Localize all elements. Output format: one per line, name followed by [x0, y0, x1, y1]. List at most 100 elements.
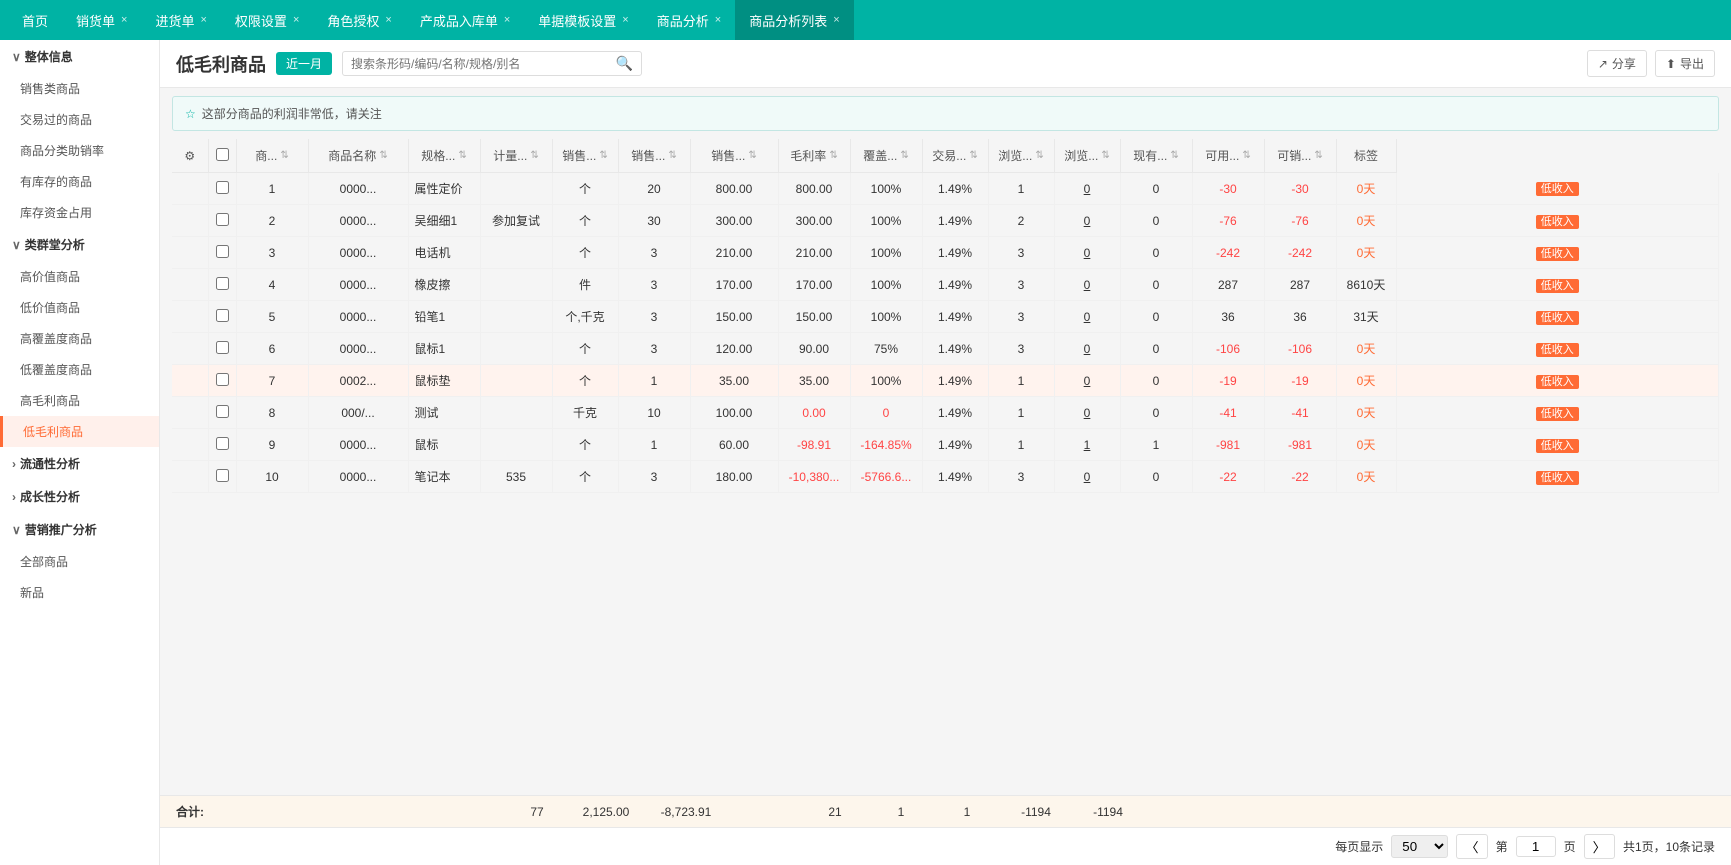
col-trade[interactable]: 交易...⇅: [922, 139, 988, 173]
nav-product-analysis[interactable]: 商品分析 ×: [643, 0, 735, 40]
cell-sales-profit: -98.91: [778, 429, 850, 461]
sidebar-item-high-profit[interactable]: 高毛利商品: [0, 385, 159, 416]
cell-unit: 个: [552, 237, 618, 269]
row-checkbox[interactable]: [216, 405, 229, 418]
prev-page-button[interactable]: 〈: [1456, 834, 1487, 859]
sidebar-item-high-value[interactable]: 高价值商品: [0, 261, 159, 292]
nav-close-icon[interactable]: ×: [715, 14, 721, 26]
select-all-checkbox[interactable]: [216, 148, 229, 161]
share-button[interactable]: ↗ 分享: [1587, 50, 1647, 77]
nav-purchase-order[interactable]: 进货单 ×: [141, 0, 220, 40]
col-checkbox[interactable]: [208, 139, 236, 173]
sidebar-item-low-profit[interactable]: 低毛利商品: [0, 416, 159, 447]
export-button[interactable]: ⬆ 导出: [1655, 50, 1715, 77]
footer-coverage: [730, 805, 802, 819]
cell-browse1[interactable]: 0: [1054, 237, 1120, 269]
sidebar-item-stocked-products[interactable]: 有库存的商品: [0, 166, 159, 197]
nav-home[interactable]: 首页: [8, 0, 62, 40]
row-checkbox[interactable]: [216, 469, 229, 482]
cell-browse1[interactable]: 0: [1054, 301, 1120, 333]
col-sales-price[interactable]: 销售...⇅: [618, 139, 690, 173]
search-box[interactable]: 🔍: [342, 51, 642, 76]
col-spec[interactable]: 规格...⇅: [408, 139, 480, 173]
row-checkbox[interactable]: [216, 245, 229, 258]
nav-close-icon[interactable]: ×: [121, 14, 127, 26]
sidebar-item-new-products[interactable]: 新品: [0, 577, 159, 608]
nav-close-icon[interactable]: ×: [385, 14, 391, 26]
row-checkbox[interactable]: [216, 341, 229, 354]
sidebar-item-all-products[interactable]: 全部商品: [0, 546, 159, 577]
col-browse1[interactable]: 浏览...⇅: [988, 139, 1054, 173]
collapse-icon: ∨: [12, 523, 21, 537]
cell-browse1[interactable]: 0: [1054, 205, 1120, 237]
col-code[interactable]: 商...⇅: [236, 139, 308, 173]
sidebar-group-title-overview[interactable]: ∨ 整体信息: [0, 40, 159, 73]
sidebar-group-title-marketing[interactable]: ∨ 营销推广分析: [0, 513, 159, 546]
cell-sales-qty: 10: [618, 397, 690, 429]
cell-browse1[interactable]: 0: [1054, 333, 1120, 365]
sidebar-item-low-value[interactable]: 低价值商品: [0, 292, 159, 323]
cell-checkbox[interactable]: [208, 269, 236, 301]
cell-checkbox[interactable]: [208, 205, 236, 237]
cell-browse1[interactable]: 0: [1054, 173, 1120, 205]
page-size-select[interactable]: 50 100: [1391, 835, 1448, 858]
nav-close-icon[interactable]: ×: [833, 14, 839, 26]
cell-browse1[interactable]: 0: [1054, 397, 1120, 429]
cell-checkbox[interactable]: [208, 173, 236, 205]
cell-checkbox[interactable]: [208, 301, 236, 333]
cell-checkbox[interactable]: [208, 237, 236, 269]
col-available[interactable]: 可用...⇅: [1192, 139, 1264, 173]
sidebar-item-high-coverage[interactable]: 高覆盖度商品: [0, 323, 159, 354]
cell-browse1[interactable]: 0: [1054, 269, 1120, 301]
nav-close-icon[interactable]: ×: [200, 14, 206, 26]
sidebar-item-category-sales[interactable]: 商品分类助销率: [0, 135, 159, 166]
col-gross-rate[interactable]: 毛利率⇅: [778, 139, 850, 173]
next-page-button[interactable]: 〉: [1584, 834, 1615, 859]
row-checkbox[interactable]: [216, 277, 229, 290]
nav-product-analysis-list[interactable]: 商品分析列表 ×: [735, 0, 853, 40]
cell-tag: 低收入: [1396, 237, 1719, 269]
col-saleable[interactable]: 可销...⇅: [1264, 139, 1336, 173]
col-sales-qty[interactable]: 销售...⇅: [552, 139, 618, 173]
nav-close-icon[interactable]: ×: [293, 14, 299, 26]
page-number-input[interactable]: [1516, 836, 1556, 857]
cell-checkbox[interactable]: [208, 333, 236, 365]
nav-close-icon[interactable]: ×: [622, 14, 628, 26]
col-coverage[interactable]: 覆盖...⇅: [850, 139, 922, 173]
cell-tag: 低收入: [1396, 333, 1719, 365]
cell-checkbox[interactable]: [208, 397, 236, 429]
sidebar-group-title-circulation[interactable]: › 流通性分析: [0, 447, 159, 480]
col-settings[interactable]: ⚙: [172, 139, 208, 173]
row-checkbox[interactable]: [216, 373, 229, 386]
col-unit[interactable]: 计量...⇅: [480, 139, 552, 173]
cell-name: 鼠标: [408, 429, 480, 461]
cell-checkbox[interactable]: [208, 365, 236, 397]
nav-product-entry[interactable]: 产成品入库单 ×: [406, 0, 524, 40]
nav-sales-order[interactable]: 销货单 ×: [62, 0, 141, 40]
col-current-stock[interactable]: 现有...⇅: [1120, 139, 1192, 173]
col-browse2[interactable]: 浏览...⇅: [1054, 139, 1120, 173]
search-input[interactable]: [351, 57, 616, 71]
sidebar-group-title-growth[interactable]: › 成长性分析: [0, 480, 159, 513]
col-name[interactable]: 商品名称⇅: [308, 139, 408, 173]
row-checkbox[interactable]: [216, 437, 229, 450]
sidebar-item-sales-products[interactable]: 销售类商品: [0, 73, 159, 104]
cell-browse1[interactable]: 1: [1054, 429, 1120, 461]
sidebar-item-stock-capital[interactable]: 库存资金占用: [0, 197, 159, 228]
col-sales-profit[interactable]: 销售...⇅: [690, 139, 778, 173]
cell-checkbox[interactable]: [208, 461, 236, 493]
cell-browse1[interactable]: 0: [1054, 461, 1120, 493]
nav-role-auth[interactable]: 角色授权 ×: [313, 0, 405, 40]
nav-close-icon[interactable]: ×: [504, 14, 510, 26]
filter-button[interactable]: 近一月: [276, 52, 332, 75]
sidebar-item-low-coverage[interactable]: 低覆盖度商品: [0, 354, 159, 385]
row-checkbox[interactable]: [216, 309, 229, 322]
sidebar-group-title-cluster[interactable]: ∨ 类群堂分析: [0, 228, 159, 261]
row-checkbox[interactable]: [216, 181, 229, 194]
nav-template-settings[interactable]: 单据模板设置 ×: [524, 0, 642, 40]
cell-browse1[interactable]: 0: [1054, 365, 1120, 397]
nav-permission[interactable]: 权限设置 ×: [221, 0, 313, 40]
sidebar-item-traded-products[interactable]: 交易过的商品: [0, 104, 159, 135]
cell-checkbox[interactable]: [208, 429, 236, 461]
row-checkbox[interactable]: [216, 213, 229, 226]
